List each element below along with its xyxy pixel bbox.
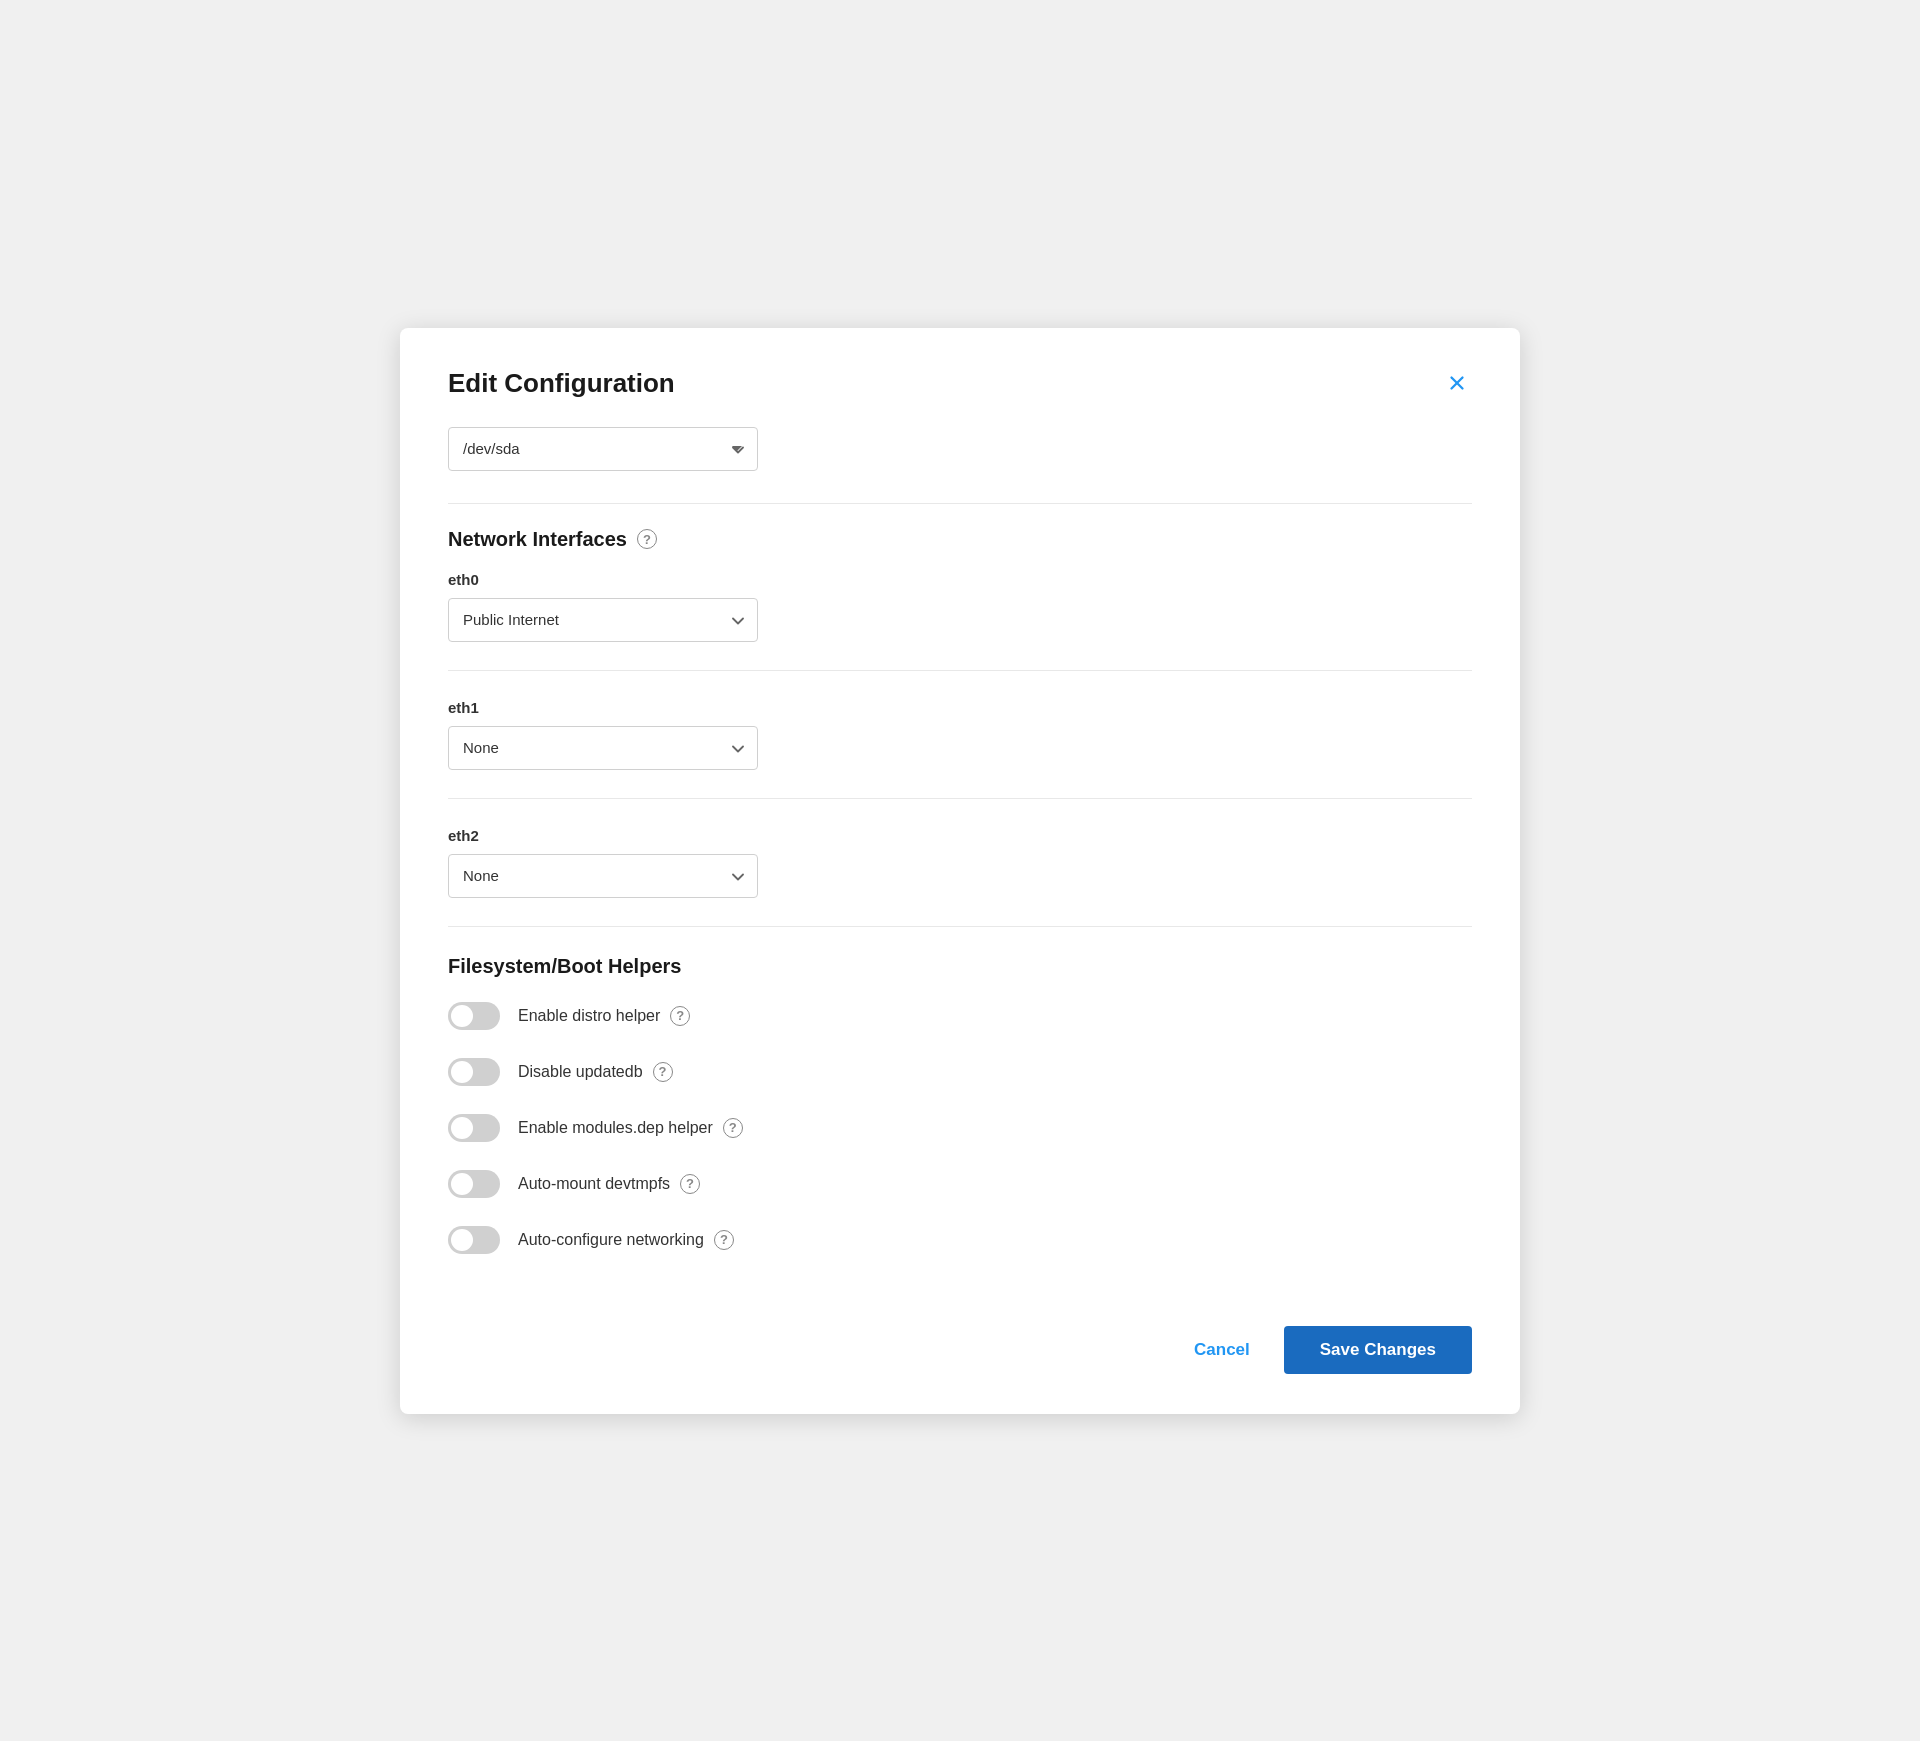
distro-helper-label: Enable distro helper ? (518, 1006, 690, 1026)
divider-top (448, 503, 1472, 504)
devtmpfs-text: Auto-mount devtmpfs (518, 1175, 670, 1193)
eth0-select[interactable]: Public Internet None Private Network (448, 598, 758, 642)
devtmpfs-help-icon[interactable]: ? (680, 1174, 700, 1194)
devtmpfs-toggle[interactable] (448, 1170, 500, 1198)
updatedb-slider (448, 1058, 500, 1086)
device-select-wrapper: /dev/sda /dev/sdb /dev/sdc (448, 427, 1472, 471)
distro-helper-toggle[interactable] (448, 1002, 500, 1030)
distro-helper-slider (448, 1002, 500, 1030)
eth2-select[interactable]: None Public Internet Private Network (448, 854, 758, 898)
updatedb-text: Disable updatedb (518, 1063, 643, 1081)
modules-dep-slider (448, 1114, 500, 1142)
eth2-label: eth2 (448, 827, 1472, 844)
eth0-group: eth0 Public Internet None Private Networ… (448, 571, 1472, 642)
modules-dep-help-icon[interactable]: ? (723, 1118, 743, 1138)
eth1-select[interactable]: None Public Internet Private Network (448, 726, 758, 770)
toggle-row-devtmpfs: Auto-mount devtmpfs ? (448, 1170, 1472, 1198)
toggle-row-updatedb: Disable updatedb ? (448, 1058, 1472, 1086)
network-interfaces-section-header: Network Interfaces ? (448, 528, 1472, 551)
cancel-button[interactable]: Cancel (1176, 1330, 1268, 1370)
eth0-label: eth0 (448, 571, 1472, 588)
modules-dep-text: Enable modules.dep helper (518, 1119, 713, 1137)
modal-title: Edit Configuration (448, 368, 675, 399)
eth1-group: eth1 None Public Internet Private Networ… (448, 699, 1472, 770)
divider-network-filesystem (448, 926, 1472, 927)
close-icon (1446, 372, 1468, 394)
eth0-select-wrapper: Public Internet None Private Network (448, 598, 758, 642)
eth2-select-wrapper: None Public Internet Private Network (448, 854, 758, 898)
network-interfaces-help-icon[interactable]: ? (637, 529, 657, 549)
toggle-row-distro-helper: Enable distro helper ? (448, 1002, 1472, 1030)
modal-footer: Cancel Save Changes (448, 1302, 1472, 1374)
network-interfaces-title: Network Interfaces (448, 528, 627, 551)
updatedb-help-icon[interactable]: ? (653, 1062, 673, 1082)
networking-text: Auto-configure networking (518, 1231, 704, 1249)
filesystem-section: Filesystem/Boot Helpers Enable distro he… (448, 955, 1472, 1254)
modules-dep-label: Enable modules.dep helper ? (518, 1118, 743, 1138)
divider-eth1-eth2 (448, 798, 1472, 799)
eth1-select-wrapper: None Public Internet Private Network (448, 726, 758, 770)
device-select[interactable]: /dev/sda /dev/sdb /dev/sdc (448, 427, 758, 471)
eth1-label: eth1 (448, 699, 1472, 716)
modules-dep-toggle[interactable] (448, 1114, 500, 1142)
updatedb-toggle[interactable] (448, 1058, 500, 1086)
distro-helper-help-icon[interactable]: ? (670, 1006, 690, 1026)
modal-header: Edit Configuration (448, 368, 1472, 399)
filesystem-title: Filesystem/Boot Helpers (448, 955, 1472, 978)
modal-container: Edit Configuration /dev/sda /dev/sdb /de… (400, 328, 1520, 1414)
networking-toggle[interactable] (448, 1226, 500, 1254)
networking-label: Auto-configure networking ? (518, 1230, 734, 1250)
distro-helper-text: Enable distro helper (518, 1007, 660, 1025)
eth2-group: eth2 None Public Internet Private Networ… (448, 827, 1472, 898)
close-button[interactable] (1442, 368, 1472, 398)
toggle-row-networking: Auto-configure networking ? (448, 1226, 1472, 1254)
divider-eth0-eth1 (448, 670, 1472, 671)
devtmpfs-slider (448, 1170, 500, 1198)
updatedb-label: Disable updatedb ? (518, 1062, 673, 1082)
toggle-row-modules-dep: Enable modules.dep helper ? (448, 1114, 1472, 1142)
networking-slider (448, 1226, 500, 1254)
save-changes-button[interactable]: Save Changes (1284, 1326, 1472, 1374)
networking-help-icon[interactable]: ? (714, 1230, 734, 1250)
device-select-container: /dev/sda /dev/sdb /dev/sdc (448, 427, 758, 471)
devtmpfs-label: Auto-mount devtmpfs ? (518, 1174, 700, 1194)
